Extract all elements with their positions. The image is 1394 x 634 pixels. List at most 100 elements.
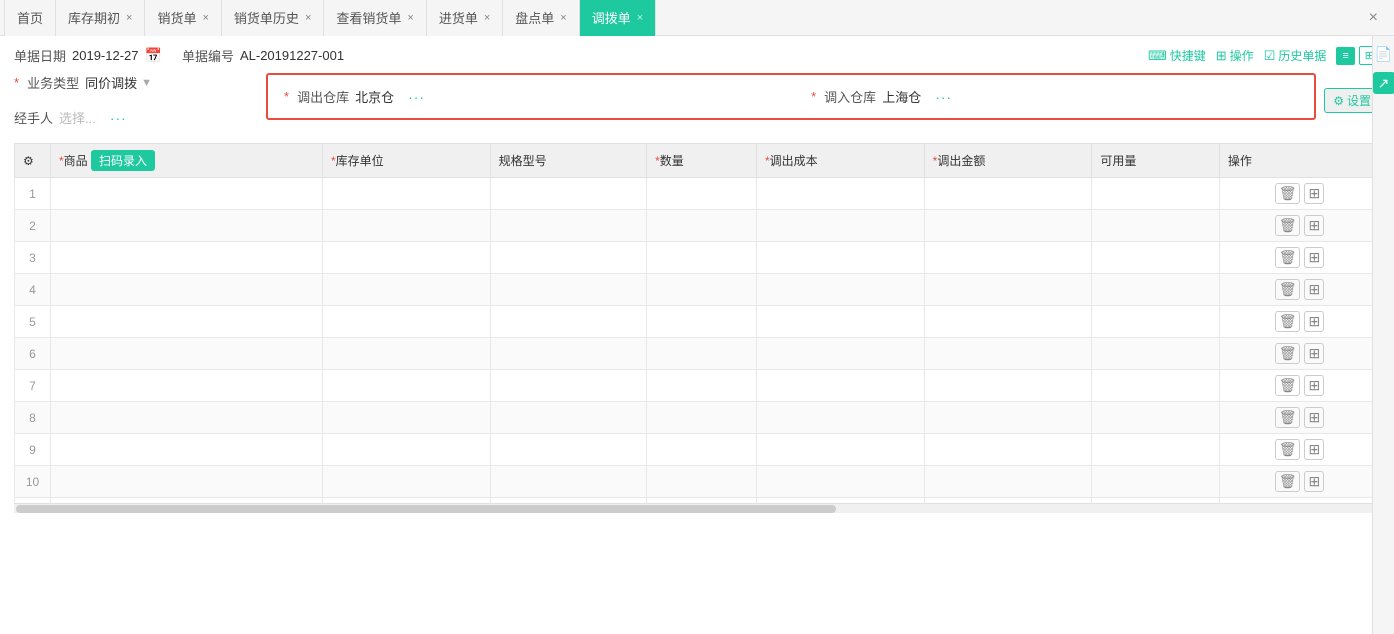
row-product[interactable] (51, 466, 323, 498)
delete-row-icon[interactable]: 🗑 (1275, 375, 1301, 396)
row-quantity[interactable] (647, 306, 757, 338)
row-spec[interactable] (490, 242, 646, 274)
row-quantity[interactable] (647, 274, 757, 306)
row-unit[interactable] (322, 242, 490, 274)
row-amount[interactable] (924, 402, 1092, 434)
row-amount[interactable] (924, 434, 1092, 466)
row-quantity[interactable] (647, 402, 757, 434)
row-spec[interactable] (490, 370, 646, 402)
close-tab-transfer-order[interactable]: × (637, 12, 643, 24)
copy-row-icon[interactable]: ⊞ (1304, 471, 1324, 492)
copy-row-icon[interactable]: ⊞ (1304, 215, 1324, 236)
row-unit[interactable] (322, 370, 490, 402)
copy-row-icon[interactable]: ⊞ (1304, 311, 1324, 332)
row-amount[interactable] (924, 242, 1092, 274)
row-product[interactable] (51, 178, 323, 210)
row-unit[interactable] (322, 210, 490, 242)
row-available[interactable] (1092, 306, 1220, 338)
delete-row-icon[interactable]: 🗑 (1275, 279, 1301, 300)
delete-row-icon[interactable]: 🗑 (1275, 183, 1301, 204)
row-cost[interactable] (757, 370, 925, 402)
tab-inventory-check[interactable]: 盘点单 × (503, 0, 579, 36)
close-tab-view-sales[interactable]: × (407, 12, 413, 24)
delete-row-icon[interactable]: 🗑 (1275, 311, 1301, 332)
row-quantity[interactable] (647, 242, 757, 274)
sidebar-doc-icon[interactable]: 📄 (1374, 44, 1394, 64)
row-product[interactable] (51, 306, 323, 338)
row-quantity[interactable] (647, 370, 757, 402)
shortcut-action[interactable]: ⌨ 快捷键 (1148, 47, 1206, 64)
tab-view-sales[interactable]: 查看销货单 × (324, 0, 426, 36)
delete-row-icon[interactable]: 🗑 (1275, 215, 1301, 236)
row-unit[interactable] (322, 434, 490, 466)
row-amount[interactable] (924, 210, 1092, 242)
delete-row-icon[interactable]: 🗑 (1275, 407, 1301, 428)
tab-sales-order[interactable]: 销货单 × (145, 0, 221, 36)
row-quantity[interactable] (647, 434, 757, 466)
row-quantity[interactable] (647, 466, 757, 498)
tab-sales-history[interactable]: 销货单历史 × (222, 0, 324, 36)
row-spec[interactable] (490, 402, 646, 434)
row-cost[interactable] (757, 210, 925, 242)
row-spec[interactable] (490, 466, 646, 498)
scroll-thumb[interactable] (16, 505, 836, 513)
copy-row-icon[interactable]: ⊞ (1304, 279, 1324, 300)
row-spec[interactable] (490, 338, 646, 370)
sidebar-export-icon[interactable]: ↗ (1373, 72, 1394, 94)
tab-home[interactable]: 首页 (4, 0, 56, 36)
row-available[interactable] (1092, 434, 1220, 466)
row-quantity[interactable] (647, 338, 757, 370)
warehouse-in-more[interactable]: ··· (935, 89, 952, 105)
row-cost[interactable] (757, 466, 925, 498)
delete-row-icon[interactable]: 🗑 (1275, 471, 1301, 492)
copy-row-icon[interactable]: ⊞ (1304, 375, 1324, 396)
row-product[interactable] (51, 338, 323, 370)
horizontal-scrollbar[interactable] (14, 503, 1380, 513)
tab-purchase-order[interactable]: 进货单 × (427, 0, 503, 36)
copy-row-icon[interactable]: ⊞ (1304, 247, 1324, 268)
row-unit[interactable] (322, 402, 490, 434)
row-product[interactable] (51, 402, 323, 434)
delete-row-icon[interactable]: 🗑 (1275, 247, 1301, 268)
row-product[interactable] (51, 210, 323, 242)
row-unit[interactable] (322, 178, 490, 210)
operation-action[interactable]: ⊞ 操作 (1216, 47, 1254, 64)
close-tab-sales-history[interactable]: × (305, 12, 311, 24)
row-spec[interactable] (490, 306, 646, 338)
close-tab-sales-order[interactable]: × (202, 12, 208, 24)
close-tab-purchase-order[interactable]: × (484, 12, 490, 24)
row-spec[interactable] (490, 274, 646, 306)
biz-type-select[interactable]: 同价调拨 ▼ (85, 73, 152, 92)
row-cost[interactable] (757, 178, 925, 210)
scan-button[interactable]: 扫码录入 (91, 150, 155, 171)
row-cost[interactable] (757, 434, 925, 466)
row-unit[interactable] (322, 274, 490, 306)
col-settings[interactable]: ⚙ (15, 144, 51, 178)
row-cost[interactable] (757, 338, 925, 370)
row-cost[interactable] (757, 274, 925, 306)
warehouse-out-more[interactable]: ··· (408, 89, 425, 105)
row-available[interactable] (1092, 210, 1220, 242)
person-more-btn[interactable]: ··· (110, 110, 127, 126)
row-spec[interactable] (490, 434, 646, 466)
row-unit[interactable] (322, 338, 490, 370)
row-unit[interactable] (322, 466, 490, 498)
copy-row-icon[interactable]: ⊞ (1304, 439, 1324, 460)
row-amount[interactable] (924, 178, 1092, 210)
copy-row-icon[interactable]: ⊞ (1304, 407, 1324, 428)
row-spec[interactable] (490, 178, 646, 210)
row-amount[interactable] (924, 370, 1092, 402)
row-cost[interactable] (757, 306, 925, 338)
row-available[interactable] (1092, 370, 1220, 402)
row-available[interactable] (1092, 402, 1220, 434)
calendar-icon[interactable]: 📅 (145, 47, 162, 64)
row-cost[interactable] (757, 242, 925, 274)
row-amount[interactable] (924, 306, 1092, 338)
delete-row-icon[interactable]: 🗑 (1275, 343, 1301, 364)
delete-row-icon[interactable]: 🗑 (1275, 439, 1301, 460)
row-available[interactable] (1092, 466, 1220, 498)
row-unit[interactable] (322, 306, 490, 338)
tab-transfer-order[interactable]: 调拨单 × (580, 0, 656, 36)
copy-row-icon[interactable]: ⊞ (1304, 343, 1324, 364)
row-quantity[interactable] (647, 178, 757, 210)
